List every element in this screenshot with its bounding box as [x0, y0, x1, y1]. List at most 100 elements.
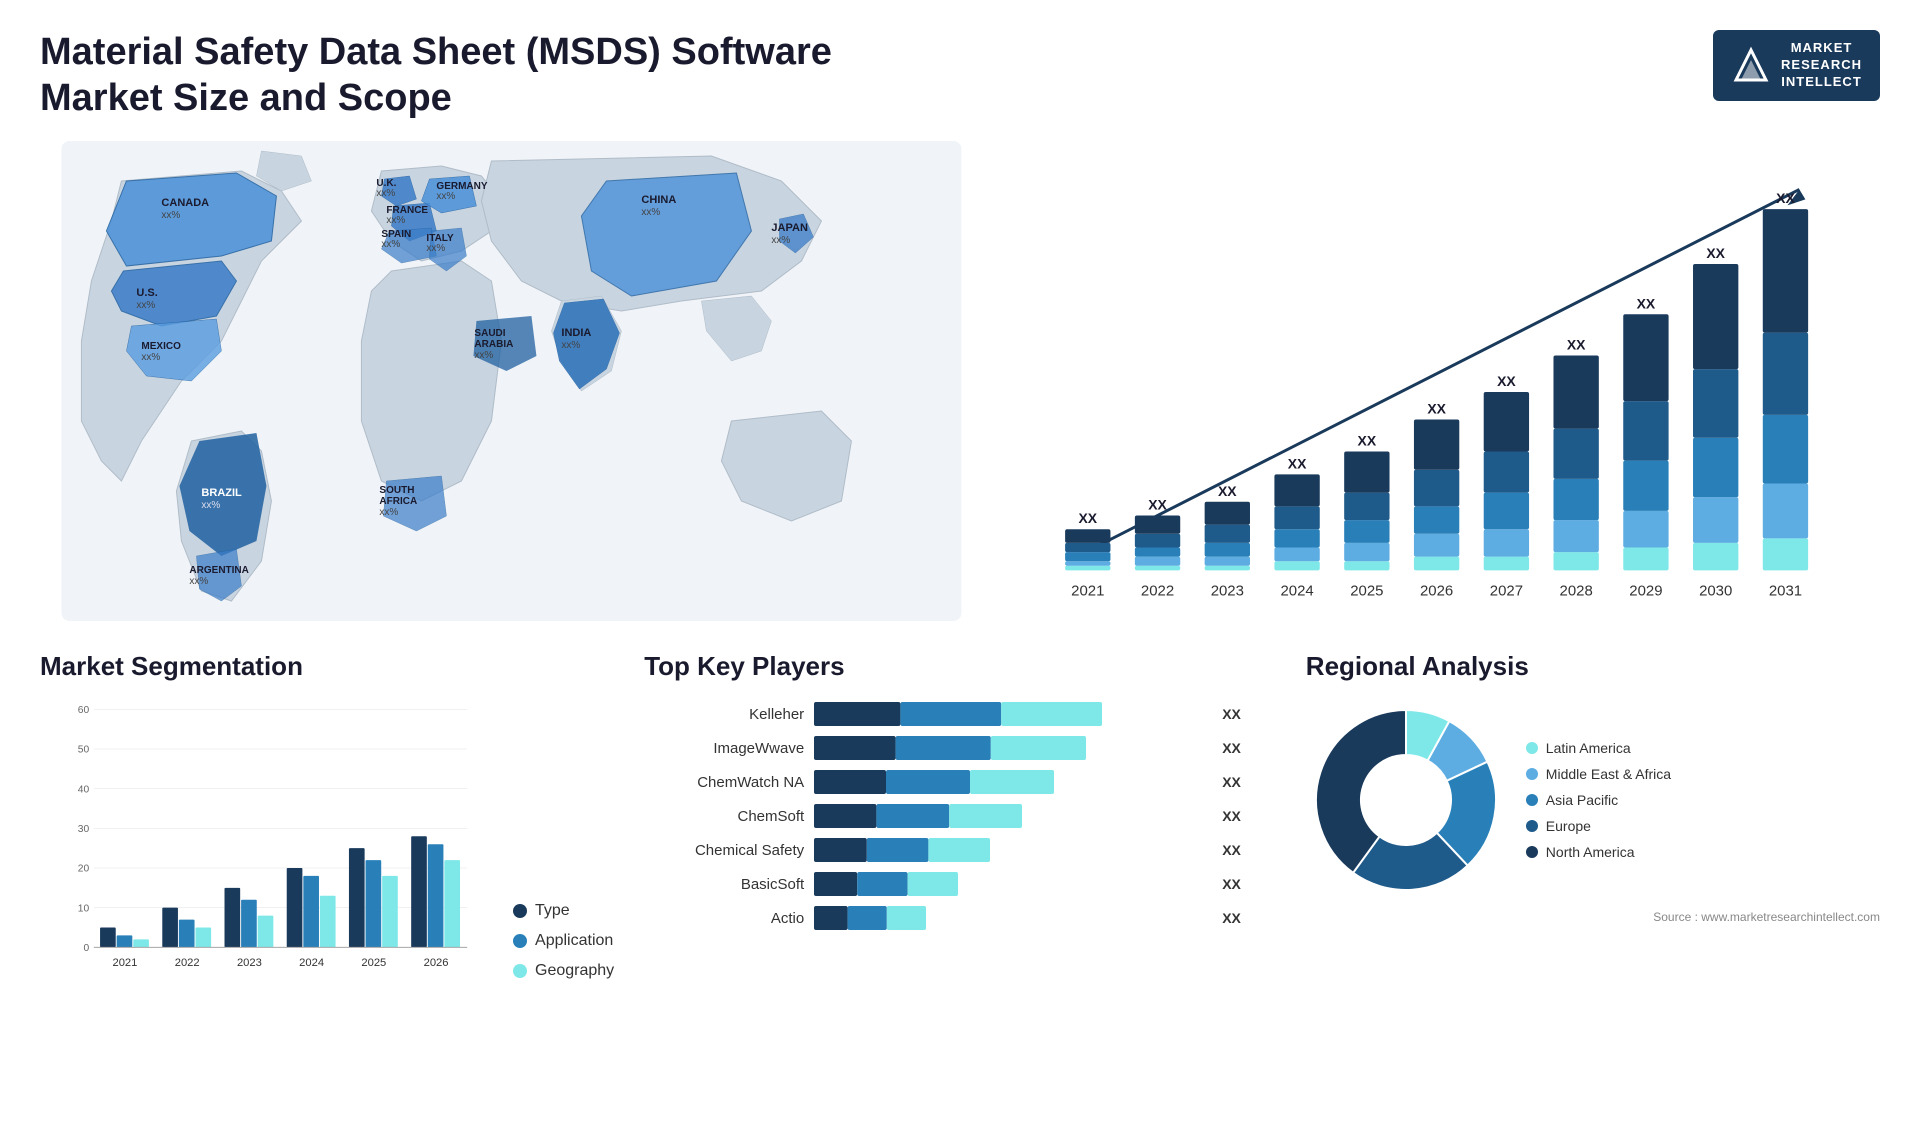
svg-text:2027: 2027 — [1490, 582, 1523, 599]
player-name: ChemWatch NA — [644, 774, 804, 791]
region-dot — [1526, 820, 1538, 832]
svg-text:xx%: xx% — [136, 300, 155, 311]
svg-text:ARABIA: ARABIA — [474, 339, 513, 350]
svg-text:XX: XX — [1218, 483, 1237, 499]
svg-text:2022: 2022 — [175, 957, 200, 969]
player-bar-svg — [814, 768, 1214, 796]
logo-area: MARKET RESEARCH INTELLECT — [1713, 30, 1880, 101]
region-label: Europe — [1546, 818, 1591, 834]
player-name: BasicSoft — [644, 876, 804, 893]
source-text: Source : www.marketresearchintellect.com — [1306, 910, 1880, 924]
player-xx: XX — [1222, 876, 1241, 892]
players-list: KelleherXXImageWwaveXXChemWatch NAXXChem… — [644, 700, 1276, 932]
svg-text:xx%: xx% — [141, 352, 160, 363]
svg-text:xx%: xx% — [376, 188, 395, 199]
svg-text:2030: 2030 — [1699, 582, 1732, 599]
player-row: BasicSoft XX — [644, 870, 1276, 898]
pie-svg — [1306, 700, 1506, 900]
svg-text:MEXICO: MEXICO — [141, 341, 181, 352]
seg-chart-area: 0102030405060202120222023202420252026 Ty… — [40, 700, 614, 980]
region-label: Latin America — [1546, 740, 1631, 756]
map-container: CANADA xx% U.S. xx% MEXICO xx% BRAZIL xx… — [40, 141, 983, 621]
player-bar-wrap: XX — [814, 802, 1276, 830]
player-bar-svg — [814, 836, 1214, 864]
player-bar-wrap: XX — [814, 768, 1276, 796]
region-dot — [1526, 794, 1538, 806]
player-bar-svg — [814, 700, 1214, 728]
svg-text:2021: 2021 — [1071, 582, 1104, 599]
pie-container — [1306, 700, 1506, 900]
svg-text:2031: 2031 — [1769, 582, 1802, 599]
bar-chart-section: XX2021XX2022XX2023XX2024XX2025XX2026XX20… — [1023, 141, 1880, 621]
region-legend-item: Asia Pacific — [1526, 792, 1671, 808]
header: Material Safety Data Sheet (MSDS) Softwa… — [40, 30, 1880, 121]
seg-bars: 0102030405060202120222023202420252026 — [40, 700, 493, 980]
player-bar-svg — [814, 904, 1214, 932]
region-label: North America — [1546, 844, 1635, 860]
region-legend-item: North America — [1526, 844, 1671, 860]
svg-text:SOUTH: SOUTH — [379, 485, 414, 496]
player-name: ChemSoft — [644, 808, 804, 825]
svg-text:ARGENTINA: ARGENTINA — [189, 565, 248, 576]
region-dot — [1526, 846, 1538, 858]
segmentation-title: Market Segmentation — [40, 651, 614, 682]
svg-text:30: 30 — [78, 824, 90, 835]
svg-text:10: 10 — [78, 904, 90, 915]
svg-text:xx%: xx% — [474, 350, 493, 361]
svg-text:JAPAN: JAPAN — [771, 222, 808, 234]
svg-text:xx%: xx% — [379, 507, 398, 518]
page-wrapper: Material Safety Data Sheet (MSDS) Softwa… — [0, 0, 1920, 1146]
svg-text:XX: XX — [1497, 373, 1516, 389]
svg-text:AFRICA: AFRICA — [379, 496, 417, 507]
players-title: Top Key Players — [644, 651, 1276, 682]
svg-text:xx%: xx% — [381, 239, 400, 250]
svg-text:2026: 2026 — [1420, 582, 1453, 599]
svg-text:XX: XX — [1636, 295, 1655, 311]
svg-text:xx%: xx% — [561, 340, 580, 351]
svg-text:BRAZIL: BRAZIL — [201, 487, 242, 499]
player-name: Chemical Safety — [644, 842, 804, 859]
player-row: ActioXX — [644, 904, 1276, 932]
player-xx: XX — [1222, 774, 1241, 790]
player-xx: XX — [1222, 808, 1241, 824]
player-name: Kelleher — [644, 706, 804, 723]
top-row: CANADA xx% U.S. xx% MEXICO xx% BRAZIL xx… — [40, 141, 1880, 621]
svg-text:XX: XX — [1357, 433, 1376, 449]
player-name: Actio — [644, 910, 804, 927]
seg-chart-svg: 0102030405060202120222023202420252026 — [40, 700, 493, 980]
svg-text:XX: XX — [1776, 190, 1795, 206]
svg-text:0: 0 — [83, 943, 89, 954]
svg-text:xx%: xx% — [386, 215, 405, 226]
svg-text:INDIA: INDIA — [561, 327, 591, 339]
player-name: ImageWwave — [644, 740, 804, 757]
player-bar-wrap: XX — [814, 870, 1276, 898]
player-bar-svg — [814, 802, 1214, 830]
svg-text:2025: 2025 — [1350, 582, 1383, 599]
player-row: ImageWwaveXX — [644, 734, 1276, 762]
svg-text:CANADA: CANADA — [161, 197, 209, 209]
player-xx: XX — [1222, 842, 1241, 858]
player-bar-wrap: XX — [814, 700, 1276, 728]
svg-text:xx%: xx% — [189, 576, 208, 587]
regional-section: Regional Analysis Latin AmericaMiddle Ea… — [1306, 651, 1880, 924]
player-xx: XX — [1222, 706, 1241, 722]
bottom-row: Market Segmentation 01020304050602021202… — [40, 651, 1880, 980]
map-section: CANADA xx% U.S. xx% MEXICO xx% BRAZIL xx… — [40, 141, 983, 621]
bar-chart-wrapper: XX2021XX2022XX2023XX2024XX2025XX2026XX20… — [1023, 141, 1880, 621]
player-bar-svg — [814, 734, 1214, 762]
player-row: Kelleher XX — [644, 700, 1276, 728]
seg-legend: Type Application Geography — [513, 902, 614, 980]
svg-text:XX: XX — [1148, 497, 1167, 513]
region-dot — [1526, 768, 1538, 780]
svg-text:XX: XX — [1427, 401, 1446, 417]
svg-text:SAUDI: SAUDI — [474, 328, 505, 339]
svg-text:2023: 2023 — [1211, 582, 1244, 599]
svg-text:CHINA: CHINA — [641, 194, 676, 206]
svg-text:40: 40 — [78, 785, 90, 796]
legend-type: Type — [513, 902, 614, 920]
legend-type-dot — [513, 904, 527, 918]
svg-text:2026: 2026 — [424, 957, 449, 969]
svg-text:60: 60 — [78, 705, 90, 716]
svg-text:50: 50 — [78, 745, 90, 756]
svg-text:xx%: xx% — [771, 235, 790, 246]
